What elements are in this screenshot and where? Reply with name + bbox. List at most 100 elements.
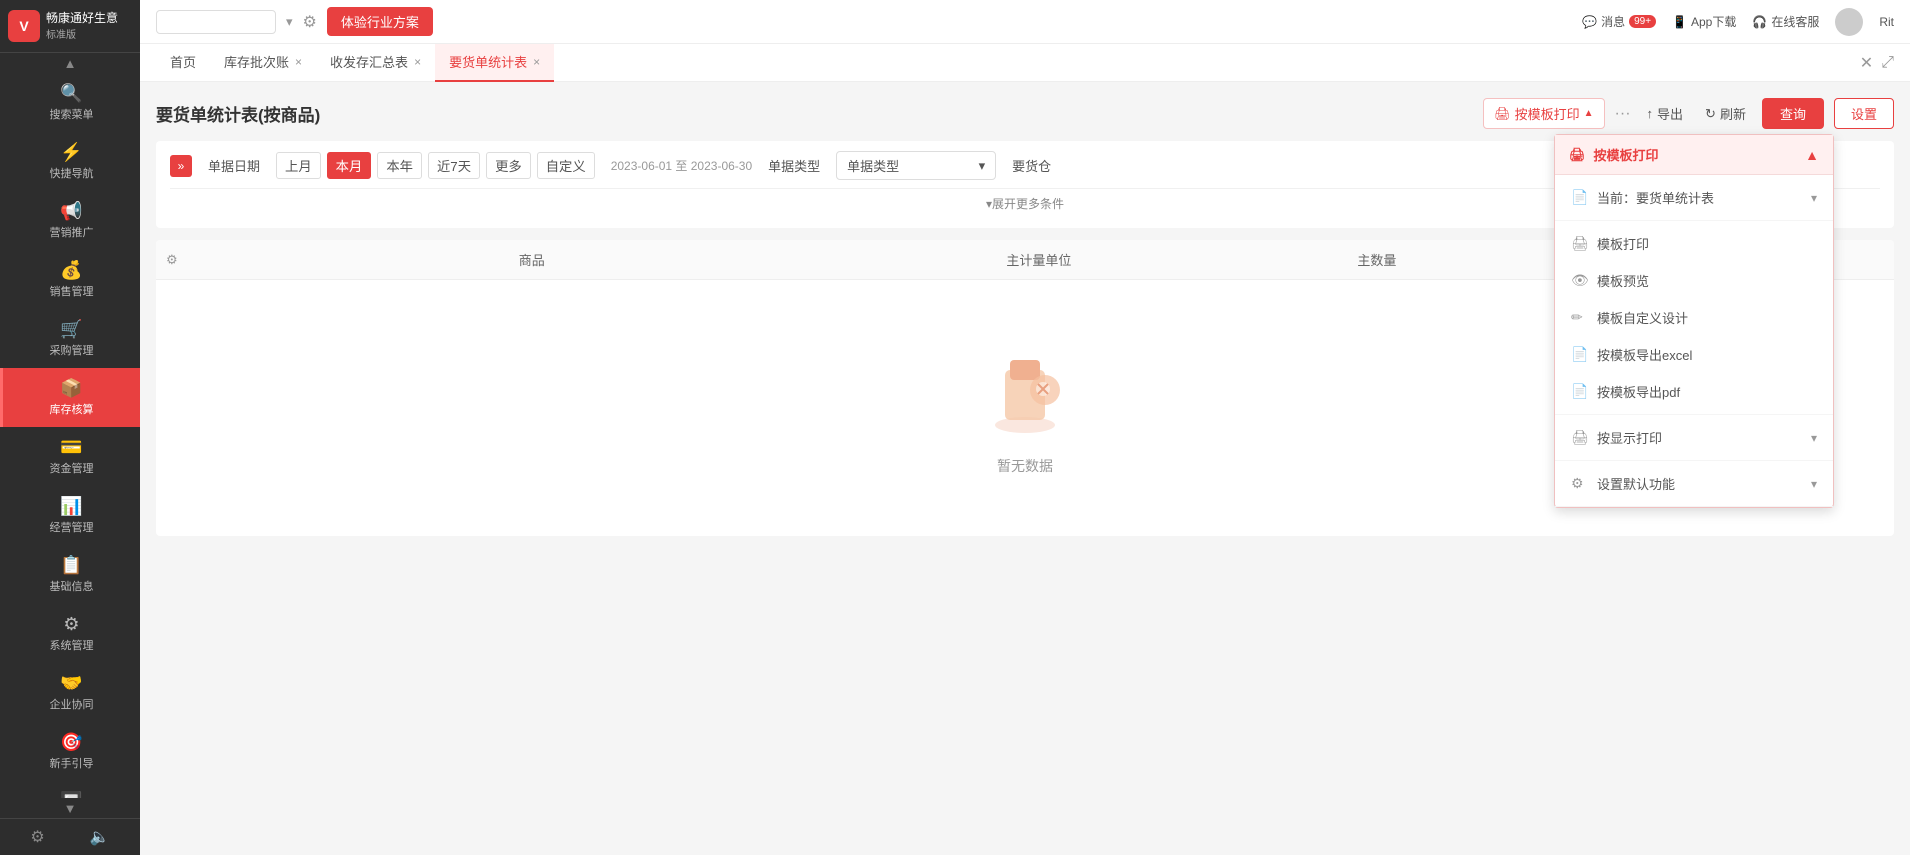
dropdown-display-print[interactable]: 🖨 按显示打印 ▾ <box>1555 419 1833 456</box>
tab-home[interactable]: 首页 <box>156 44 210 82</box>
sidebar-scroll-up[interactable]: ▲ <box>0 53 140 73</box>
type-filter-label: 单据类型 <box>768 156 820 175</box>
date-btn-7days[interactable]: 近7天 <box>428 152 480 179</box>
more-options-icon[interactable]: ··· <box>1615 105 1631 123</box>
date-nav: 上月 本月 本年 近7天 更多 自定义 <box>276 152 595 179</box>
dropdown-display-print-section: 🖨 按显示打印 ▾ <box>1555 415 1833 461</box>
current-template-icon: 📄 <box>1571 189 1587 206</box>
sidebar-item-label: 营销推广 <box>50 224 94 240</box>
export-btn[interactable]: ↑ 导出 <box>1641 100 1690 127</box>
set-default-left: ⚙ 设置默认功能 <box>1571 474 1675 493</box>
template-preview-icon: 👁 <box>1571 272 1587 289</box>
sidebar-item-app-center[interactable]: 🔲 应用中心 <box>0 781 140 798</box>
app-logo: V 畅康通好生意 标准版 <box>0 0 140 53</box>
sidebar-item-basics[interactable]: 📋 基础信息 <box>0 545 140 604</box>
sidebar-item-label: 库存核算 <box>50 401 94 417</box>
dropdown-item-export-pdf[interactable]: 📄 按模板导出pdf <box>1555 373 1833 410</box>
tab-receipt-summary-close[interactable]: × <box>414 55 421 69</box>
online-service-item[interactable]: 🎧 在线客服 <box>1752 13 1819 30</box>
tab-bar-close-icon[interactable]: ✕ <box>1860 53 1873 73</box>
date-btn-more[interactable]: 更多 <box>486 152 531 179</box>
user-avatar[interactable] <box>1835 8 1863 36</box>
dropdown-item-template-design[interactable]: ✏ 模板自定义设计 <box>1555 299 1833 336</box>
topbar: ▾ ⚙ 体验行业方案 💬 消息 99+ 📱 App下载 🎧 在线客服 Rit <box>140 0 1910 44</box>
dropdown-item-template-preview[interactable]: 👁 模板预览 <box>1555 262 1833 299</box>
sidebar-item-quick-nav[interactable]: ⚡ 快捷导航 <box>0 132 140 191</box>
finance-icon: 💳 <box>60 437 82 458</box>
tab-receipt-summary[interactable]: 收发存汇总表 × <box>316 44 435 82</box>
sidebar-item-finance[interactable]: 💳 资金管理 <box>0 427 140 486</box>
dropdown-current-template[interactable]: 📄 当前：要货单统计表 ▾ <box>1555 179 1833 216</box>
sidebar-item-guide[interactable]: 🎯 新手引导 <box>0 722 140 781</box>
dropdown-set-default-section: ⚙ 设置默认功能 ▾ <box>1555 461 1833 507</box>
industry-btn[interactable]: 体验行业方案 <box>327 7 433 36</box>
export-excel-label: 按模板导出excel <box>1597 345 1692 364</box>
tab-bar-expand-icon[interactable]: ⤢ <box>1881 54 1894 72</box>
template-print-label: 模板打印 <box>1597 234 1649 253</box>
tab-home-label: 首页 <box>170 52 196 71</box>
sidebar-scroll-down[interactable]: ▼ <box>0 798 140 818</box>
basics-icon: 📋 <box>60 555 82 576</box>
app-download-icon: 📱 <box>1672 15 1687 29</box>
page-actions: 🖨 按模板打印 ▲ ··· ↑ 导出 ↻ 刷新 查询 设置 <box>1483 98 1894 129</box>
sidebar-item-purchase[interactable]: 🛒 采购管理 <box>0 309 140 368</box>
filter-expand-icon[interactable]: » <box>170 155 192 177</box>
tab-inventory-batch-close[interactable]: × <box>295 55 302 69</box>
tab-order-stats[interactable]: 要货单统计表 × <box>435 44 554 82</box>
page-content: 要货单统计表(按商品) 🖨 按模板打印 ▲ ··· ↑ 导出 ↻ 刷新 查询 <box>140 82 1910 855</box>
dropdown-item-export-excel[interactable]: 📄 按模板导出excel <box>1555 336 1833 373</box>
tab-order-stats-close[interactable]: × <box>533 55 540 69</box>
app-download-item[interactable]: 📱 App下载 <box>1672 13 1736 30</box>
app-name: 畅康通好生意 <box>46 11 118 27</box>
expand-btn-label: 展开更多条件 <box>992 195 1064 212</box>
print-chevron-up-icon: ▲ <box>1584 108 1594 119</box>
dropdown-collapse-icon[interactable]: ▲ <box>1805 147 1819 163</box>
type-select[interactable]: 单据类型 ▾ <box>836 151 996 180</box>
dropdown-set-default[interactable]: ⚙ 设置默认功能 ▾ <box>1555 465 1833 502</box>
sidebar-item-sales[interactable]: 💰 销售管理 <box>0 250 140 309</box>
date-btn-custom[interactable]: 自定义 <box>537 152 595 179</box>
sidebar-item-label: 采购管理 <box>50 342 94 358</box>
search-input[interactable] <box>156 10 276 34</box>
tab-inventory-batch[interactable]: 库存批次账 × <box>210 44 316 82</box>
sidebar-item-inventory[interactable]: 📦 库存核算 <box>0 368 140 427</box>
display-print-chevron: ▾ <box>1811 431 1817 445</box>
system-icon: ⚙ <box>63 614 79 635</box>
cooperation-icon: 🤝 <box>60 673 82 694</box>
messages-item[interactable]: 💬 消息 99+ <box>1582 13 1656 30</box>
export-pdf-label: 按模板导出pdf <box>1597 382 1680 401</box>
tabbar: 首页 库存批次账 × 收发存汇总表 × 要货单统计表 × ✕ ⤢ <box>140 44 1910 82</box>
date-btn-this-year[interactable]: 本年 <box>377 152 422 179</box>
print-template-btn[interactable]: 🖨 按模板打印 ▲ <box>1483 98 1604 129</box>
type-select-placeholder: 单据类型 <box>847 156 899 175</box>
dropdown-item-template-print[interactable]: 🖨 模板打印 <box>1555 225 1833 262</box>
sidebar-item-marketing[interactable]: 📢 营销推广 <box>0 191 140 250</box>
settings-btn[interactable]: 设置 <box>1834 98 1894 129</box>
sidebar-item-label: 基础信息 <box>50 578 94 594</box>
topbar-right: 💬 消息 99+ 📱 App下载 🎧 在线客服 Rit <box>1582 8 1894 36</box>
page-title: 要货单统计表(按商品) <box>156 101 320 126</box>
refresh-btn[interactable]: ↻ 刷新 <box>1699 100 1752 127</box>
date-btn-last-month[interactable]: 上月 <box>276 152 321 179</box>
col-unit: 主计量单位 <box>870 250 1208 269</box>
date-btn-this-month[interactable]: 本月 <box>327 152 372 179</box>
query-btn[interactable]: 查询 <box>1762 98 1824 129</box>
volume-icon[interactable]: 🔈 <box>90 827 110 847</box>
messages-badge: 99+ <box>1629 15 1656 28</box>
export-label: 导出 <box>1657 104 1683 123</box>
tab-order-stats-label: 要货单统计表 <box>449 52 527 71</box>
dropdown-title: 🖨 按模板打印 <box>1569 145 1659 164</box>
dropdown-header[interactable]: 🖨 按模板打印 ▲ <box>1555 135 1833 175</box>
settings-bottom-icon[interactable]: ⚙ <box>30 827 44 847</box>
sidebar-item-cooperation[interactable]: 🤝 企业协同 <box>0 663 140 722</box>
sidebar-item-search[interactable]: 🔍 搜索菜单 <box>0 73 140 132</box>
topbar-dropdown-icon[interactable]: ▾ <box>286 14 293 30</box>
sidebar-item-system[interactable]: ⚙ 系统管理 <box>0 604 140 663</box>
table-settings-icon[interactable]: ⚙ <box>166 252 178 268</box>
sidebar-item-label: 企业协同 <box>50 696 94 712</box>
sidebar-item-operations[interactable]: 📊 经营管理 <box>0 486 140 545</box>
sidebar: V 畅康通好生意 标准版 ▲ 🔍 搜索菜单 ⚡ 快捷导航 📢 营销推广 💰 销售… <box>0 0 140 855</box>
col-quantity: 主数量 <box>1208 250 1546 269</box>
topbar-settings-icon[interactable]: ⚙ <box>303 12 317 32</box>
app-version: 标准版 <box>46 26 118 41</box>
